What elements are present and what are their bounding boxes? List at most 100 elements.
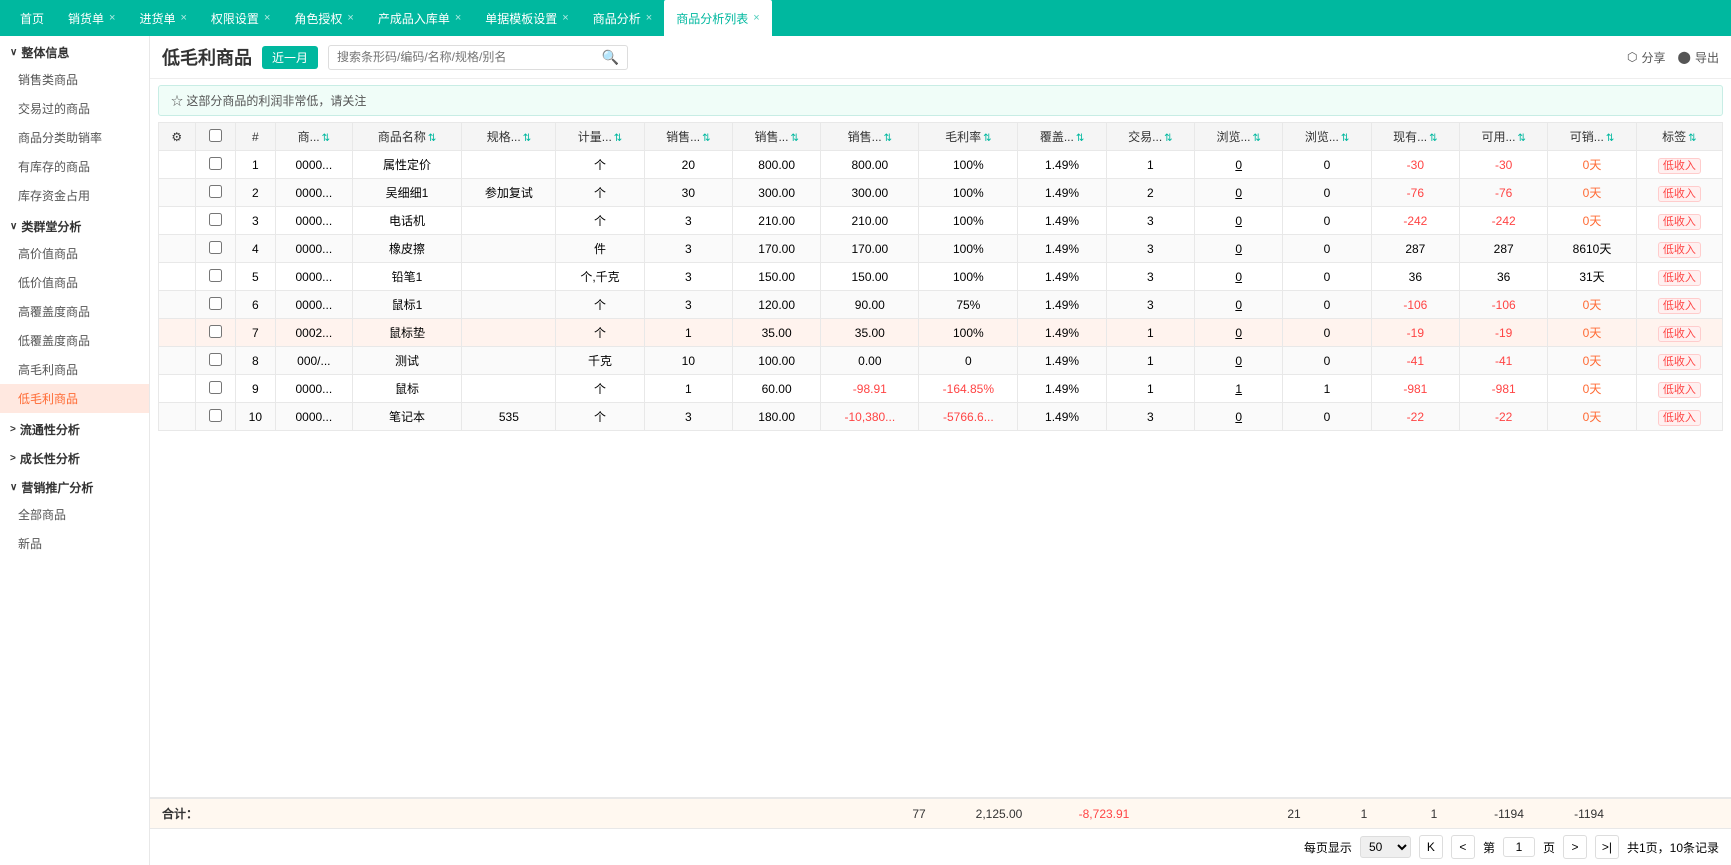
select-all-checkbox[interactable] xyxy=(209,129,222,142)
row-profit: 0 xyxy=(919,347,1018,375)
col-name[interactable]: 商品名称⇅ xyxy=(352,123,462,151)
row-browse1[interactable]: 0 xyxy=(1195,347,1283,375)
share-button[interactable]: ⬡ 分享 xyxy=(1627,49,1666,66)
row-saleable: 0天 xyxy=(1548,179,1636,207)
close-icon[interactable]: × xyxy=(455,12,461,24)
sidebar-item-new-products[interactable]: 新品 xyxy=(0,529,149,558)
sidebar-item-low-value[interactable]: 低价值商品 xyxy=(0,268,149,297)
sidebar-group-circulation[interactable]: > 流通性分析 xyxy=(0,413,149,442)
row-checkbox[interactable] xyxy=(195,207,235,235)
col-browse1[interactable]: 浏览...⇅ xyxy=(1195,123,1283,151)
sidebar-item-high-coverage[interactable]: 高覆盖度商品 xyxy=(0,297,149,326)
row-tag: 低收入 xyxy=(1636,151,1722,179)
sidebar-item-high-value[interactable]: 高价值商品 xyxy=(0,239,149,268)
row-select-checkbox[interactable] xyxy=(209,269,222,282)
col-saleable[interactable]: 可销...⇅ xyxy=(1548,123,1636,151)
row-checkbox[interactable] xyxy=(195,235,235,263)
nav-role[interactable]: 角色授权 × xyxy=(282,0,365,36)
sidebar-item-stock-capital[interactable]: 库存资金占用 xyxy=(0,181,149,210)
sidebar-group-cluster[interactable]: ∨ 类群堂分析 xyxy=(0,210,149,239)
col-browse2[interactable]: 浏览...⇅ xyxy=(1283,123,1371,151)
sidebar-item-stock-products[interactable]: 有库存的商品 xyxy=(0,152,149,181)
export-button[interactable]: ⬤ 导出 xyxy=(1678,49,1719,66)
prev-page-button[interactable]: < xyxy=(1451,835,1475,859)
sidebar-group-marketing[interactable]: ∨ 营销推广分析 xyxy=(0,471,149,500)
row-browse1[interactable]: 0 xyxy=(1195,291,1283,319)
col-tag[interactable]: 标签⇅ xyxy=(1636,123,1722,151)
col-checkbox[interactable] xyxy=(195,123,235,151)
col-avail[interactable]: 可用...⇅ xyxy=(1460,123,1548,151)
col-code[interactable]: 商...⇅ xyxy=(276,123,352,151)
row-checkbox[interactable] xyxy=(195,403,235,431)
nav-home[interactable]: 首页 xyxy=(8,0,56,36)
sidebar-group-overall[interactable]: ∨ 整体信息 xyxy=(0,36,149,65)
next-page-button[interactable]: > xyxy=(1563,835,1587,859)
per-page-select[interactable]: 50 100 200 xyxy=(1360,836,1411,858)
sidebar-item-low-margin[interactable]: 低毛利商品 xyxy=(0,384,149,413)
close-icon[interactable]: × xyxy=(347,12,353,24)
close-icon[interactable]: × xyxy=(264,12,270,24)
sidebar-item-traded-products[interactable]: 交易过的商品 xyxy=(0,94,149,123)
row-checkbox[interactable] xyxy=(195,347,235,375)
row-browse1[interactable]: 0 xyxy=(1195,319,1283,347)
col-gross-rate[interactable]: 毛利率⇅ xyxy=(919,123,1018,151)
sidebar-item-high-margin[interactable]: 高毛利商品 xyxy=(0,355,149,384)
row-select-checkbox[interactable] xyxy=(209,297,222,310)
close-icon[interactable]: × xyxy=(753,12,759,24)
row-browse1[interactable]: 0 xyxy=(1195,207,1283,235)
row-select-checkbox[interactable] xyxy=(209,185,222,198)
row-browse1[interactable]: 0 xyxy=(1195,403,1283,431)
col-unit[interactable]: 计量...⇅ xyxy=(556,123,644,151)
col-trade[interactable]: 交易...⇅ xyxy=(1106,123,1194,151)
row-checkbox[interactable] xyxy=(195,291,235,319)
row-select-checkbox[interactable] xyxy=(209,409,222,422)
row-select-checkbox[interactable] xyxy=(209,325,222,338)
row-browse2: 0 xyxy=(1283,347,1371,375)
col-spec[interactable]: 规格...⇅ xyxy=(462,123,556,151)
last-page-button[interactable]: >| xyxy=(1595,835,1619,859)
col-qty[interactable]: 销售...⇅ xyxy=(644,123,732,151)
first-page-button[interactable]: K xyxy=(1419,835,1443,859)
row-browse1[interactable]: 1 xyxy=(1195,375,1283,403)
row-select-checkbox[interactable] xyxy=(209,381,222,394)
col-sale-profit[interactable]: 销售...⇅ xyxy=(821,123,919,151)
nav-product-analysis-list[interactable]: 商品分析列表 × xyxy=(664,0,771,36)
nav-template[interactable]: 单据模板设置 × xyxy=(473,0,580,36)
page-input[interactable] xyxy=(1503,837,1535,857)
sidebar-item-category-rate[interactable]: 商品分类助销率 xyxy=(0,123,149,152)
close-icon[interactable]: × xyxy=(646,12,652,24)
row-tag: 低收入 xyxy=(1636,375,1722,403)
row-browse1[interactable]: 0 xyxy=(1195,235,1283,263)
nav-product-analysis[interactable]: 商品分析 × xyxy=(581,0,664,36)
col-current[interactable]: 现有...⇅ xyxy=(1371,123,1459,151)
nav-sales[interactable]: 销货单 × xyxy=(56,0,127,36)
col-coverage[interactable]: 覆盖...⇅ xyxy=(1018,123,1106,151)
row-checkbox[interactable] xyxy=(195,179,235,207)
row-browse1[interactable]: 0 xyxy=(1195,263,1283,291)
nav-product-in[interactable]: 产成品入库单 × xyxy=(366,0,473,36)
col-sale-amt[interactable]: 销售...⇅ xyxy=(732,123,820,151)
period-button[interactable]: 近一月 xyxy=(262,46,318,69)
close-icon[interactable]: × xyxy=(180,12,186,24)
row-select-checkbox[interactable] xyxy=(209,157,222,170)
row-select-checkbox[interactable] xyxy=(209,241,222,254)
row-browse1[interactable]: 0 xyxy=(1195,179,1283,207)
row-select-checkbox[interactable] xyxy=(209,213,222,226)
row-checkbox[interactable] xyxy=(195,263,235,291)
sidebar-item-low-coverage[interactable]: 低覆盖度商品 xyxy=(0,326,149,355)
nav-permission[interactable]: 权限设置 × xyxy=(199,0,282,36)
row-select-checkbox[interactable] xyxy=(209,353,222,366)
row-checkbox[interactable] xyxy=(195,319,235,347)
close-icon[interactable]: × xyxy=(109,12,115,24)
sidebar-group-growth[interactable]: > 成长性分析 xyxy=(0,442,149,471)
nav-purchase[interactable]: 进货单 × xyxy=(127,0,198,36)
sidebar-item-all-products[interactable]: 全部商品 xyxy=(0,500,149,529)
search-icon[interactable]: 🔍 xyxy=(602,49,619,66)
row-checkbox[interactable] xyxy=(195,375,235,403)
row-browse1[interactable]: 0 xyxy=(1195,151,1283,179)
search-input[interactable] xyxy=(337,50,602,64)
col-settings[interactable]: ⚙ xyxy=(159,123,196,151)
row-checkbox[interactable] xyxy=(195,151,235,179)
sidebar-item-sales-products[interactable]: 销售类商品 xyxy=(0,65,149,94)
close-icon[interactable]: × xyxy=(562,12,568,24)
